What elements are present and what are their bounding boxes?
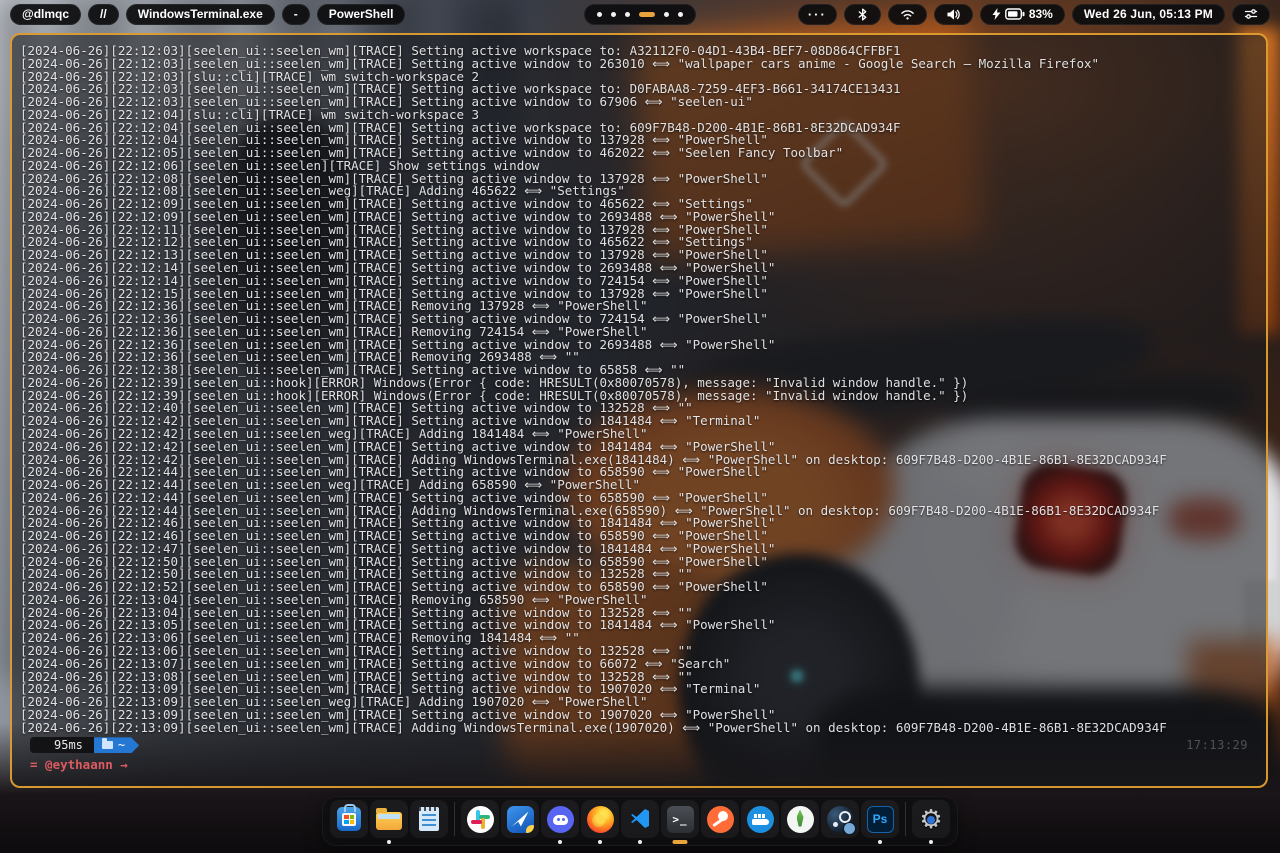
focused-window-pill[interactable]: PowerShell (317, 4, 406, 25)
dock-item-spark-mail[interactable] (501, 800, 539, 838)
dock-item-microsoft-store[interactable] (330, 800, 368, 838)
quick-settings-icon (1244, 8, 1258, 20)
terminal-log: [2024-06-26][22:12:03][seelen_ui::seelen… (20, 45, 1258, 734)
battery-icon (1005, 8, 1025, 20)
dock-separator (454, 802, 455, 836)
workspace-switcher (584, 4, 696, 25)
dock-item-docker[interactable] (741, 800, 779, 838)
dock-running-indicator (598, 840, 602, 844)
tray-quick-settings-button[interactable] (1232, 4, 1270, 25)
mongodb-icon (787, 806, 814, 833)
toolbar-left-group: @dlmqc // WindowsTerminal.exe - PowerShe… (10, 4, 405, 25)
dock-running-indicator (929, 840, 933, 844)
wifi-icon (900, 8, 915, 21)
dock-item-steam[interactable] (821, 800, 859, 838)
dock-item-file-explorer[interactable] (370, 800, 408, 838)
workspace-dot[interactable] (664, 12, 669, 17)
dock-separator (905, 802, 906, 836)
dock-item-notepad[interactable] (410, 800, 448, 838)
prompt-user-line[interactable]: = @eythaann → (30, 757, 1258, 772)
desktop: @dlmqc // WindowsTerminal.exe - PowerShe… (0, 0, 1280, 853)
tray-battery-button[interactable]: 83% (980, 4, 1065, 25)
bluetooth-icon (856, 8, 869, 21)
dock-item-postman[interactable] (701, 800, 739, 838)
terminal-window[interactable]: [2024-06-26][22:12:03][seelen_ui::seelen… (10, 33, 1268, 788)
dash-pill: - (282, 4, 310, 25)
workspace-dot[interactable] (611, 12, 616, 17)
log-line: [2024-06-26][22:13:09][seelen_ui::seelen… (20, 722, 1258, 735)
slack-icon (467, 806, 494, 833)
toolbar-tray-group: ··· 83% Wed 26 Jun, 05:13 PM (798, 4, 1270, 25)
postman-icon (707, 806, 734, 833)
vscode-icon (628, 807, 652, 831)
dock-item-slack[interactable] (461, 800, 499, 838)
file-explorer-icon (376, 812, 402, 830)
settings-gear-icon: ⚙ (919, 806, 942, 832)
tray-more-button[interactable]: ··· (798, 4, 837, 25)
dock-running-indicator (878, 840, 882, 844)
volume-icon (946, 8, 961, 21)
tray-bluetooth-button[interactable] (844, 4, 881, 25)
dock: >_ Ps ⚙ (322, 796, 958, 846)
separator-pill: // (88, 4, 119, 25)
dock-item-discord[interactable] (541, 800, 579, 838)
dock-item-photoshop[interactable]: Ps (861, 800, 899, 838)
firefox-icon (587, 806, 614, 833)
prompt-clock: 17:13:29 (1186, 738, 1248, 752)
dock-item-mongodb[interactable] (781, 800, 819, 838)
tray-wifi-button[interactable] (888, 4, 927, 25)
workspace-dot[interactable] (597, 12, 602, 17)
fancy-toolbar: @dlmqc // WindowsTerminal.exe - PowerShe… (0, 0, 1280, 28)
workspace-dots[interactable] (584, 4, 696, 25)
dock-item-firefox[interactable] (581, 800, 619, 838)
notepad-icon (419, 807, 439, 831)
more-options-icon: ··· (808, 7, 827, 22)
discord-icon (547, 806, 574, 833)
battery-percent: 83% (1029, 7, 1053, 21)
dock-item-vscode[interactable] (621, 800, 659, 838)
prompt-row: 95ms ~ 17:13:29 (20, 737, 1258, 753)
user-pill[interactable]: @dlmqc (10, 4, 81, 25)
dock-running-indicator (558, 840, 562, 844)
folder-icon (102, 741, 113, 749)
photoshop-icon: Ps (867, 806, 894, 833)
prompt-duration: 95ms (30, 737, 94, 753)
dock-item-windows-terminal[interactable]: >_ (661, 800, 699, 838)
tray-datetime-button[interactable]: Wed 26 Jun, 05:13 PM (1072, 4, 1225, 25)
tray-volume-button[interactable] (934, 4, 973, 25)
datetime-label: Wed 26 Jun, 05:13 PM (1084, 7, 1213, 21)
battery-bolt-icon (992, 8, 1001, 20)
dock-running-indicator (638, 840, 642, 844)
windows-terminal-icon: >_ (667, 806, 694, 833)
microsoft-store-icon (337, 807, 361, 831)
docker-icon (747, 806, 774, 833)
focused-app-pill[interactable]: WindowsTerminal.exe (126, 4, 275, 25)
workspace-active[interactable] (639, 12, 655, 17)
prompt-path-segment: ~ (94, 737, 139, 753)
dock-item-seelen-settings[interactable]: ⚙ (912, 800, 950, 838)
dock-running-indicator (387, 840, 391, 844)
spark-mail-icon (507, 806, 534, 833)
prompt-path: ~ (118, 738, 125, 752)
steam-icon (827, 806, 854, 833)
dock-active-indicator (673, 840, 688, 844)
workspace-dot[interactable] (625, 12, 630, 17)
workspace-dot[interactable] (678, 12, 683, 17)
